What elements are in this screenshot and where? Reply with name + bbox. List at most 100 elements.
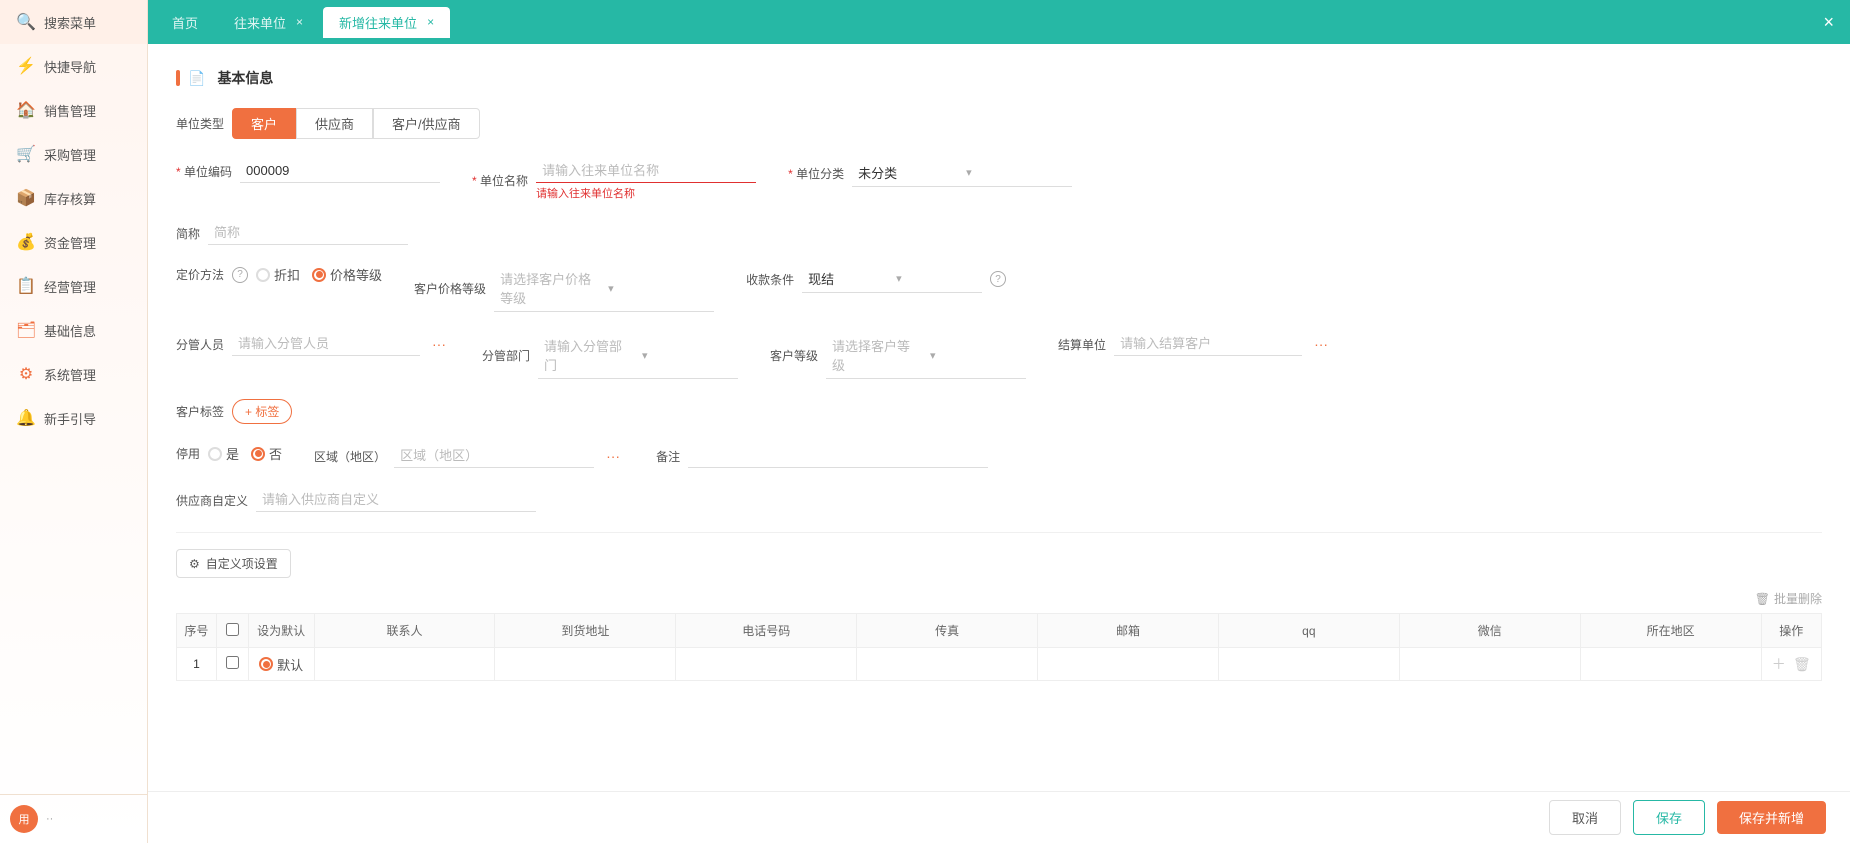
- unit-type-btn-customer[interactable]: 客户: [232, 108, 296, 139]
- settlement-more[interactable]: ···: [1310, 336, 1332, 352]
- customer-price-level-label: 客户价格等级: [414, 280, 486, 297]
- unit-category-arrow: ▾: [966, 166, 1066, 179]
- disabled-radio-yes[interactable]: 是: [208, 444, 239, 463]
- cell-email[interactable]: [1038, 648, 1219, 681]
- save-new-button[interactable]: 保存并新增: [1717, 801, 1826, 834]
- disabled-radio-no[interactable]: 否: [251, 444, 282, 463]
- delete-row-icon[interactable]: 🗑: [1791, 656, 1813, 672]
- unit-code-input[interactable]: [240, 159, 440, 183]
- sidebar-item-operations[interactable]: 📋 经营管理: [0, 264, 147, 308]
- row-checkbox[interactable]: [226, 656, 239, 669]
- tab-partners[interactable]: 往来单位 ×: [218, 7, 319, 38]
- sidebar-item-label: 新手引导: [44, 409, 96, 428]
- shortname-input[interactable]: [208, 221, 408, 245]
- payment-terms-group: 收款条件 现结 ▾ ?: [746, 265, 1006, 293]
- unit-name-input[interactable]: [536, 159, 756, 183]
- add-tag-button[interactable]: + 标签: [232, 399, 292, 424]
- cell-contact[interactable]: [314, 648, 495, 681]
- region-more[interactable]: ···: [602, 448, 624, 464]
- sidebar-item-sales[interactable]: 🏠 销售管理: [0, 88, 147, 132]
- tab-partners-close[interactable]: ×: [296, 15, 303, 29]
- cell-checkbox[interactable]: [216, 648, 248, 681]
- tab-new-partner[interactable]: 新增往来单位 ×: [323, 7, 450, 38]
- manager-more[interactable]: ···: [428, 336, 450, 352]
- customer-price-level-select[interactable]: 请选择客户价格等级 ▾: [494, 265, 714, 312]
- table-region-input[interactable]: [1587, 657, 1755, 671]
- wechat-input[interactable]: [1406, 657, 1574, 671]
- settlement-input[interactable]: [1114, 332, 1302, 356]
- address-input[interactable]: [501, 657, 669, 671]
- pricing-help-icon[interactable]: ?: [232, 267, 248, 283]
- pricing-method-label: 定价方法: [176, 266, 224, 283]
- custom-settings-button[interactable]: ⚙ 自定义项设置: [176, 549, 291, 578]
- disabled-group: 停用 是 否: [176, 444, 282, 463]
- customer-price-level-group: 客户价格等级 请选择客户价格等级 ▾: [414, 265, 714, 312]
- sidebar-item-finance[interactable]: 💰 资金管理: [0, 220, 147, 264]
- batch-delete-button[interactable]: 🗑 批量删除: [1755, 590, 1822, 607]
- supplier-custom-input[interactable]: [256, 488, 536, 512]
- payment-terms-select[interactable]: 现结 ▾: [802, 265, 982, 293]
- contact-input[interactable]: [321, 657, 489, 671]
- manager-group: 分管人员 ···: [176, 332, 450, 356]
- cancel-button[interactable]: 取消: [1549, 800, 1621, 835]
- unit-type-btn-group: 客户 供应商 客户/供应商: [232, 108, 480, 139]
- cell-phone[interactable]: [676, 648, 857, 681]
- save-button[interactable]: 保存: [1633, 800, 1705, 835]
- sidebar-item-quick-nav[interactable]: ⚡ 快捷导航: [0, 44, 147, 88]
- main-area: 首页 往来单位 × 新增往来单位 × × 📄 基本信息 单位类型 客户 供应商: [148, 0, 1850, 843]
- pricing-radio-discount[interactable]: 折扣: [256, 265, 300, 284]
- manager-input[interactable]: [232, 332, 420, 356]
- pricing-radio-level[interactable]: 价格等级: [312, 265, 382, 284]
- col-region: 所在地区: [1580, 614, 1761, 648]
- region-group: 区域（地区） ···: [314, 444, 624, 468]
- sidebar-item-label: 系统管理: [44, 365, 96, 384]
- sidebar-bottom[interactable]: 用 ··: [0, 794, 147, 843]
- add-row-icon[interactable]: ＋: [1770, 656, 1788, 672]
- sidebar-item-purchase[interactable]: 🛒 采购管理: [0, 132, 147, 176]
- disabled-label: 停用: [176, 445, 200, 462]
- sidebar-item-guide[interactable]: 🔔 新手引导: [0, 396, 147, 440]
- select-all-checkbox[interactable]: [226, 623, 239, 636]
- col-qq: qq: [1218, 614, 1399, 648]
- cell-wechat[interactable]: [1399, 648, 1580, 681]
- cell-actions: ＋ 🗑: [1761, 648, 1821, 681]
- region-input[interactable]: [394, 444, 594, 468]
- tab-home[interactable]: 首页: [156, 7, 214, 38]
- unit-type-btn-supplier[interactable]: 供应商: [296, 108, 373, 139]
- sidebar-item-search[interactable]: 🔍 搜索菜单: [0, 0, 147, 44]
- unit-type-group: 单位类型 客户 供应商 客户/供应商: [176, 108, 480, 139]
- col-select-all[interactable]: [216, 614, 248, 648]
- sidebar-item-label: 快捷导航: [44, 57, 96, 76]
- remark-input[interactable]: [688, 444, 988, 468]
- fax-input[interactable]: [863, 657, 1031, 671]
- region-label: 区域（地区）: [314, 448, 386, 465]
- unit-type-label: 单位类型: [176, 115, 224, 132]
- sidebar-item-inventory[interactable]: 📦 库存核算: [0, 176, 147, 220]
- cell-address[interactable]: [495, 648, 676, 681]
- email-input[interactable]: [1044, 657, 1212, 671]
- supplier-custom-label: 供应商自定义: [176, 492, 248, 509]
- qq-input[interactable]: [1225, 657, 1393, 671]
- sidebar: 🔍 搜索菜单 ⚡ 快捷导航 🏠 销售管理 🛒 采购管理 📦 库存核算 💰 资金管…: [0, 0, 148, 843]
- default-radio[interactable]: 默认: [255, 655, 308, 674]
- payment-terms-help-icon[interactable]: ?: [990, 271, 1006, 287]
- sidebar-item-base-info[interactable]: 🗂 基础信息: [0, 308, 147, 352]
- unit-category-select[interactable]: 未分类 ▾: [852, 159, 1072, 187]
- cell-fax[interactable]: [857, 648, 1038, 681]
- customer-level-select[interactable]: 请选择客户等级 ▾: [826, 332, 1026, 379]
- tab-new-partner-close[interactable]: ×: [427, 15, 434, 29]
- unit-type-btn-both[interactable]: 客户/供应商: [373, 108, 480, 139]
- settlement-group: 结算单位 ···: [1058, 332, 1332, 356]
- cell-qq[interactable]: [1218, 648, 1399, 681]
- sidebar-item-label: 经营管理: [44, 277, 96, 296]
- department-select[interactable]: 请输入分管部门 ▾: [538, 332, 738, 379]
- shortname-label: 简称: [176, 225, 200, 242]
- unit-name-wrapper: 请输入往来单位名称: [536, 159, 756, 201]
- customer-level-label: 客户等级: [770, 347, 818, 364]
- cell-region[interactable]: [1580, 648, 1761, 681]
- tab-bar-close-all[interactable]: ×: [1815, 12, 1842, 33]
- phone-input[interactable]: [682, 657, 850, 671]
- cell-default[interactable]: 默认: [248, 648, 314, 681]
- user-label: ··: [46, 813, 53, 825]
- sidebar-item-system[interactable]: ⚙ 系统管理: [0, 352, 147, 396]
